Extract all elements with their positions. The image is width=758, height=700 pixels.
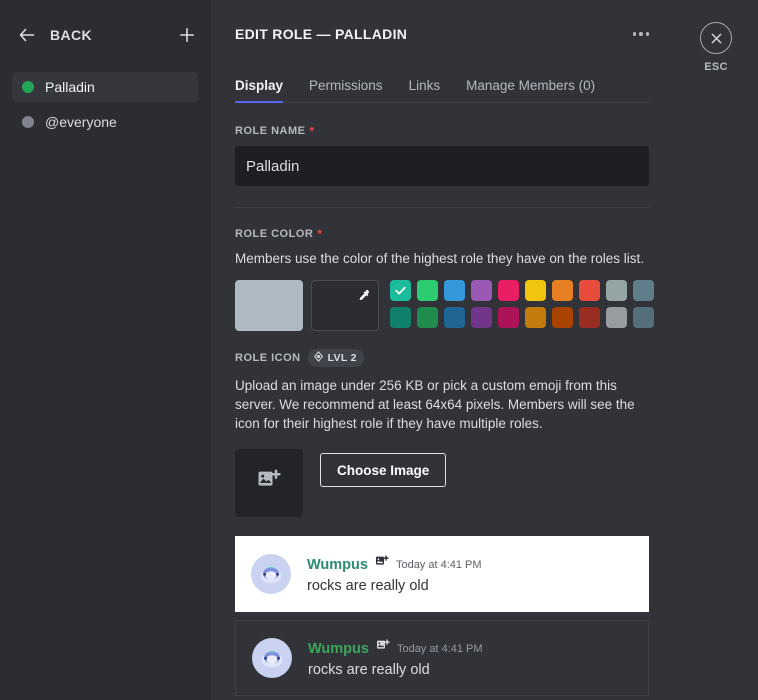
role-list: Palladin @everyone (0, 72, 210, 137)
role-color-label-text: ROLE COLOR (235, 228, 314, 240)
role-name-input[interactable] (235, 146, 649, 186)
color-swatch[interactable] (417, 307, 438, 328)
role-icon-section: ROLE ICON LVL 2 Upload an image under 25… (235, 349, 649, 517)
close-icon (700, 22, 732, 54)
icon-upload-dropzone[interactable] (235, 449, 303, 517)
add-image-icon (375, 638, 391, 659)
role-settings-panel: EDIT ROLE — PALLADIN Display Permissions… (211, 0, 758, 700)
role-name-label: ROLE NAME * (235, 125, 649, 137)
tab-permissions[interactable]: Permissions (309, 78, 383, 102)
tab-links[interactable]: Links (409, 78, 441, 102)
page-title: EDIT ROLE — PALLADIN (235, 26, 408, 42)
role-editor-window: BACK Palladin @everyone EDIT ROLE — PALL… (0, 0, 758, 700)
check-icon (390, 280, 411, 301)
role-color-dot (22, 116, 34, 128)
role-icon-description: Upload an image under 256 KB or pick a c… (235, 378, 635, 431)
required-marker: * (317, 227, 323, 241)
sidebar-header: BACK (0, 22, 210, 48)
more-options-icon[interactable] (627, 24, 649, 44)
role-icon-label-row: ROLE ICON LVL 2 (235, 349, 649, 367)
add-image-icon (255, 467, 283, 500)
color-swatch[interactable] (579, 280, 600, 301)
color-swatch[interactable] (606, 280, 627, 301)
role-name-label-text: ROLE NAME (235, 125, 306, 137)
level-badge-label: LVL 2 (327, 352, 357, 364)
panel-header: EDIT ROLE — PALLADIN (235, 22, 649, 46)
sidebar-item-everyone[interactable]: @everyone (12, 107, 198, 137)
role-icon-label: ROLE ICON (235, 352, 301, 364)
close-label: ESC (704, 61, 728, 73)
message-preview-dark: Wumpus Today at 4:41 PM rocks are really… (235, 620, 649, 696)
message-author[interactable]: Wumpus (307, 557, 368, 573)
role-color-description: Members use the color of the highest rol… (235, 251, 644, 266)
close-button[interactable]: ESC (696, 22, 736, 73)
custom-color-button[interactable] (311, 280, 379, 331)
message-preview-light: Wumpus Today at 4:41 PM rocks are really… (235, 536, 649, 612)
color-swatch[interactable] (525, 280, 546, 301)
plus-icon[interactable] (178, 26, 196, 44)
arrow-left-icon[interactable] (18, 26, 36, 44)
color-swatch[interactable] (471, 280, 492, 301)
color-swatch[interactable] (471, 307, 492, 328)
back-label: BACK (50, 27, 93, 43)
message-text: rocks are really old (307, 578, 429, 594)
avatar (252, 638, 292, 678)
color-swatch-grid (390, 280, 654, 328)
color-picker (235, 280, 654, 331)
choose-image-button[interactable]: Choose Image (320, 453, 447, 487)
add-image-icon (374, 554, 390, 575)
message-content: Wumpus Today at 4:41 PM rocks are really… (307, 554, 482, 594)
color-swatch[interactable] (606, 307, 627, 328)
color-swatch[interactable] (390, 280, 411, 301)
color-swatch[interactable] (525, 307, 546, 328)
color-swatch[interactable] (498, 280, 519, 301)
color-swatch[interactable] (552, 280, 573, 301)
color-swatch[interactable] (417, 280, 438, 301)
roles-sidebar: BACK Palladin @everyone (0, 0, 211, 700)
sidebar-item-label: @everyone (45, 114, 117, 130)
sidebar-item-label: Palladin (45, 79, 95, 95)
color-swatch[interactable] (444, 280, 465, 301)
selected-color-preview[interactable] (235, 280, 303, 331)
boost-icon (313, 351, 324, 365)
color-swatch[interactable] (444, 307, 465, 328)
status-badge: LVL 2 (307, 349, 364, 367)
color-swatch[interactable] (579, 307, 600, 328)
role-icon-upload-row: Choose Image (235, 449, 649, 517)
role-color-label: ROLE COLOR * (235, 228, 649, 240)
role-name-section: ROLE NAME * (235, 125, 649, 186)
message-text: rocks are really old (308, 662, 430, 678)
message-header: Wumpus Today at 4:41 PM (307, 554, 482, 575)
tab-display[interactable]: Display (235, 78, 284, 103)
color-swatch[interactable] (552, 307, 573, 328)
message-content: Wumpus Today at 4:41 PM rocks are really… (308, 638, 483, 678)
tab-bar: Display Permissions Links Manage Members… (235, 65, 649, 103)
message-author[interactable]: Wumpus (308, 641, 369, 657)
avatar (251, 554, 291, 594)
color-swatch[interactable] (498, 307, 519, 328)
required-marker: * (309, 124, 315, 138)
message-timestamp: Today at 4:41 PM (396, 642, 483, 655)
message-timestamp: Today at 4:41 PM (395, 558, 482, 571)
sidebar-item-palladin[interactable]: Palladin (12, 72, 198, 102)
tab-manage-members[interactable]: Manage Members (0) (466, 78, 595, 102)
role-color-dot (22, 81, 34, 93)
eyedropper-icon (355, 289, 370, 304)
role-color-section: ROLE COLOR * Members use the color of th… (235, 228, 654, 331)
color-swatch[interactable] (633, 280, 654, 301)
divider (235, 207, 649, 208)
color-swatch[interactable] (390, 307, 411, 328)
message-header: Wumpus Today at 4:41 PM (308, 638, 483, 659)
color-swatch[interactable] (633, 307, 654, 328)
